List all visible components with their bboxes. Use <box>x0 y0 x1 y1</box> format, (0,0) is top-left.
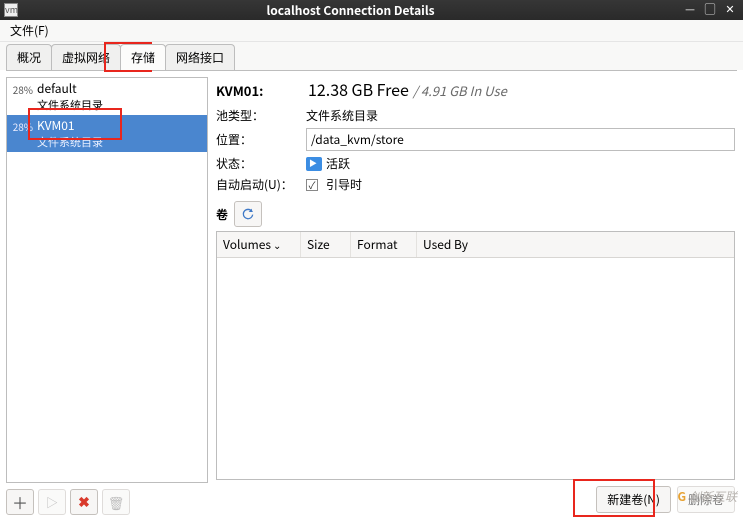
app-icon: vm <box>4 3 18 17</box>
start-pool-button[interactable]: ▷ <box>38 489 66 515</box>
pool-type-label: 文件系统目录 <box>37 134 103 150</box>
play-icon: ▷ <box>46 494 58 511</box>
plus-icon: ＋ <box>12 490 28 514</box>
volumes-header-row: 卷 <box>216 201 735 227</box>
col-format[interactable]: Format <box>351 232 417 257</box>
volumes-table-header: Volumes⌄ Size Format Used By <box>217 232 734 258</box>
window-titlebar: vm localhost Connection Details — ▢ ✕ <box>0 0 743 20</box>
pool-autostart-row: ✓ 引导时 <box>306 176 735 193</box>
pool-type-value: 文件系统目录 <box>306 107 735 124</box>
trash-icon: 🗑 <box>108 493 125 512</box>
close-button[interactable]: ✕ <box>721 3 739 17</box>
status-active-icon <box>306 157 322 171</box>
stop-icon: ✖ <box>78 492 90 512</box>
delete-volume-button[interactable]: 删除卷 <box>677 486 735 513</box>
menu-bar: 文件(F) <box>0 20 743 42</box>
pool-toolbar: ＋ ▷ ✖ 🗑 <box>6 489 208 515</box>
storage-pool-item-kvm01[interactable]: 28% KVM01 文件系统目录 <box>7 115 207 152</box>
pool-header: KVM01: 12.38 GB Free / 4.91 GB In Use <box>216 77 735 101</box>
delete-pool-button[interactable]: 🗑 <box>102 489 130 515</box>
pool-status-value-row: 活跃 <box>306 155 735 172</box>
window-title: localhost Connection Details <box>22 2 679 19</box>
chevron-down-icon: ⌄ <box>273 237 281 252</box>
pool-name-label: KVM01 <box>37 117 103 134</box>
tab-storage[interactable]: 存储 <box>120 44 166 70</box>
pool-name-label: default <box>37 80 103 97</box>
stop-pool-button[interactable]: ✖ <box>70 489 98 515</box>
pool-details-panel: KVM01: 12.38 GB Free / 4.91 GB In Use 池类… <box>212 71 743 519</box>
volumes-table: Volumes⌄ Size Format Used By <box>216 231 735 480</box>
pool-free-space: 12.38 GB Free <box>308 77 409 101</box>
col-used-by[interactable]: Used By <box>417 232 734 257</box>
pool-location-input[interactable] <box>306 128 735 151</box>
volumes-label: 卷 <box>216 206 228 223</box>
content-area: 28% default 文件系统目录 28% KVM01 文件系统目录 ＋ ▷ … <box>0 71 743 519</box>
pool-in-use: / 4.91 GB In Use <box>413 81 507 100</box>
pool-location-label: 位置： <box>216 131 306 148</box>
refresh-volumes-button[interactable] <box>234 201 262 227</box>
pool-status-value: 活跃 <box>326 155 350 172</box>
menu-file[interactable]: 文件(F) <box>6 20 53 41</box>
tab-bar: 概况 虚拟网络 存储 网络接口 <box>0 42 743 70</box>
pool-autostart-label: 自动启动(U)： <box>216 176 306 193</box>
autostart-checkbox[interactable]: ✓ <box>306 179 318 191</box>
minimize-button[interactable]: — <box>681 3 699 17</box>
pool-usage-percent: 28% <box>9 80 33 97</box>
pool-type-label-field: 池类型： <box>216 107 306 124</box>
storage-pool-sidebar: 28% default 文件系统目录 28% KVM01 文件系统目录 ＋ ▷ … <box>0 71 212 519</box>
tab-network-interfaces[interactable]: 网络接口 <box>165 44 235 70</box>
pool-type-label: 文件系统目录 <box>37 97 103 113</box>
new-volume-button[interactable]: 新建卷(N) <box>596 486 671 513</box>
tab-overview[interactable]: 概况 <box>6 44 52 70</box>
maximize-button[interactable]: ▢ <box>701 3 719 17</box>
tab-virtual-networks[interactable]: 虚拟网络 <box>51 44 121 70</box>
storage-pool-item-default[interactable]: 28% default 文件系统目录 <box>7 78 207 115</box>
refresh-icon <box>240 206 256 222</box>
pool-autostart-value: 引导时 <box>326 176 362 193</box>
add-pool-button[interactable]: ＋ <box>6 489 34 515</box>
pool-fields: 池类型： 文件系统目录 位置： 状态： 活跃 自动启动(U)： ✓ 引导时 <box>216 107 735 193</box>
col-size[interactable]: Size <box>301 232 351 257</box>
pool-detail-name: KVM01: <box>216 81 280 100</box>
pool-usage-percent: 28% <box>9 117 33 134</box>
volumes-table-body <box>217 258 734 479</box>
pool-status-label: 状态： <box>216 155 306 172</box>
col-volumes[interactable]: Volumes⌄ <box>217 232 301 257</box>
storage-pool-list: 28% default 文件系统目录 28% KVM01 文件系统目录 <box>6 77 208 483</box>
volume-actions: 新建卷(N) 删除卷 <box>216 486 735 513</box>
